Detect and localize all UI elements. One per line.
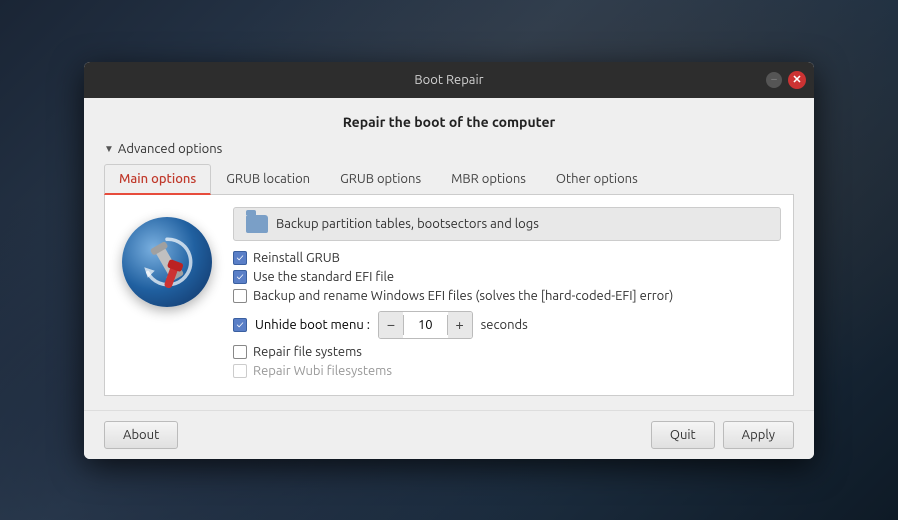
tab-other-options[interactable]: Other options [541,164,653,195]
quit-button[interactable]: Quit [651,421,715,449]
minus-button[interactable]: − [379,312,403,338]
window-heading: Repair the boot of the computer [104,114,794,130]
backup-windows-efi-checkbox[interactable] [233,289,247,303]
reinstall-grub-checkbox[interactable] [233,251,247,265]
window-title: Boot Repair [414,73,483,87]
footer-bar: About Quit Apply [84,410,814,459]
repair-fs-row[interactable]: Repair file systems [233,345,781,359]
repair-fs-checkbox[interactable] [233,345,247,359]
boot-repair-window: Boot Repair – ✕ Repair the boot of the c… [84,62,814,459]
tabs-bar: Main options GRUB location GRUB options … [104,164,794,195]
repair-wubi-checkbox [233,364,247,378]
backup-bar: Backup partition tables, bootsectors and… [233,207,781,241]
apply-button[interactable]: Apply [723,421,794,449]
titlebar-controls: – ✕ [766,71,806,89]
options-area: Backup partition tables, bootsectors and… [233,207,781,383]
titlebar: Boot Repair – ✕ [84,62,814,98]
reinstall-grub-label: Reinstall GRUB [253,251,340,265]
tab-grub-location[interactable]: GRUB location [211,164,325,195]
repair-wubi-row: Repair Wubi filesystems [233,364,781,378]
tab-mbr-options[interactable]: MBR options [436,164,541,195]
close-button[interactable]: ✕ [788,71,806,89]
repair-wubi-label: Repair Wubi filesystems [253,364,392,378]
seconds-input-group: − 10 + [378,311,473,339]
unhide-boot-menu-label: Unhide boot menu : [255,318,370,332]
window-body: Repair the boot of the computer ▼ Advanc… [84,98,814,410]
seconds-label: seconds [481,318,528,332]
tab-main-options[interactable]: Main options [104,164,211,195]
about-button[interactable]: About [104,421,178,449]
backup-windows-efi-row[interactable]: Backup and rename Windows EFI files (sol… [233,289,781,303]
standard-efi-checkbox[interactable] [233,270,247,284]
seconds-value: 10 [403,315,448,335]
folder-icon [246,215,268,233]
standard-efi-label: Use the standard EFI file [253,270,394,284]
plus-button[interactable]: + [448,312,472,338]
repair-fs-label: Repair file systems [253,345,362,359]
tab-grub-options[interactable]: GRUB options [325,164,436,195]
advanced-options-toggle[interactable]: ▼ Advanced options [104,142,794,156]
arrow-icon: ▼ [104,143,114,155]
footer-right: Quit Apply [651,421,794,449]
reinstall-grub-row[interactable]: Reinstall GRUB [233,251,781,265]
standard-efi-row[interactable]: Use the standard EFI file [233,270,781,284]
unhide-boot-menu-checkbox[interactable] [233,318,247,332]
logo-svg [132,227,202,297]
tab-content-main: Backup partition tables, bootsectors and… [104,195,794,396]
minimize-button[interactable]: – [766,72,782,88]
advanced-options-label: Advanced options [118,142,222,156]
logo-circle [122,217,212,307]
backup-windows-efi-label: Backup and rename Windows EFI files (sol… [253,289,673,303]
backup-bar-text: Backup partition tables, bootsectors and… [276,217,539,231]
unhide-boot-menu-row: Unhide boot menu : − 10 + seconds [233,311,781,339]
main-options-layout: Backup partition tables, bootsectors and… [117,207,781,383]
logo-area [117,207,217,307]
